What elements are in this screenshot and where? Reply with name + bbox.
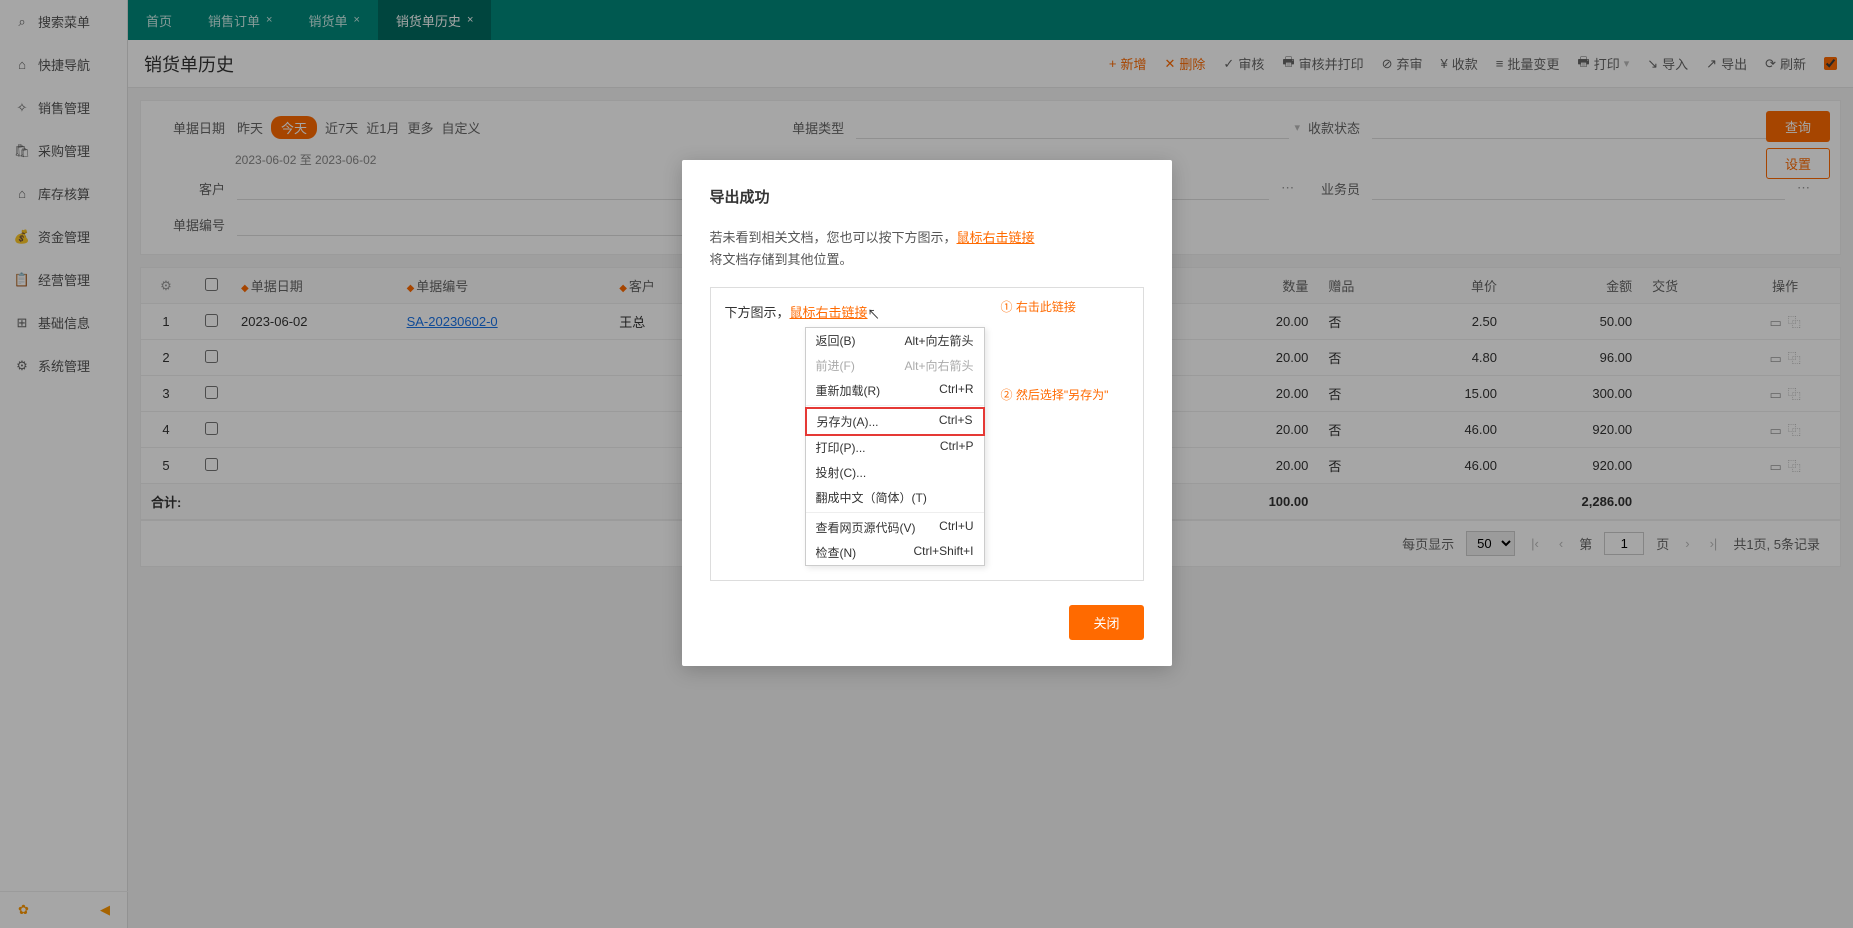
- ctx-item: 打印(P)...Ctrl+P: [806, 435, 984, 460]
- annot-1: ① 右击此链接: [1001, 298, 1076, 315]
- ctx-item: 另存为(A)...Ctrl+S: [805, 407, 985, 436]
- demo-link: 鼠标右击链接: [790, 305, 868, 320]
- export-success-modal: 导出成功 若未看到相关文档，您也可以按下方图示，鼠标右击链接 将文档存储到其他位…: [682, 160, 1172, 666]
- ctx-item: 查看网页源代码(V)Ctrl+U: [806, 515, 984, 540]
- modal-title: 导出成功: [710, 186, 1144, 207]
- ctx-item: 重新加载(R)Ctrl+R: [806, 378, 984, 403]
- ctx-item: 检查(N)Ctrl+Shift+I: [806, 540, 984, 565]
- cursor-icon: ↖: [867, 307, 880, 322]
- ctx-item: 投射(C)...: [806, 460, 984, 485]
- ctx-item: 返回(B)Alt+向左箭头: [806, 328, 984, 353]
- context-menu-demo: 返回(B)Alt+向左箭头前进(F)Alt+向右箭头重新加载(R)Ctrl+R 另…: [805, 327, 985, 566]
- ctx-item: 前进(F)Alt+向右箭头: [806, 353, 984, 378]
- close-button[interactable]: 关闭: [1069, 605, 1143, 640]
- right-click-link[interactable]: 鼠标右击链接: [957, 230, 1035, 245]
- modal-text: 若未看到相关文档，您也可以按下方图示，鼠标右击链接 将文档存储到其他位置。: [710, 227, 1144, 271]
- annot-2: ② 然后选择"另存为": [1001, 386, 1109, 403]
- modal-overlay: 导出成功 若未看到相关文档，您也可以按下方图示，鼠标右击链接 将文档存储到其他位…: [0, 0, 1853, 928]
- ctx-item: 翻成中文（简体）(T): [806, 485, 984, 510]
- demo-box: 下方图示，鼠标右击链接 ↖ ① 右击此链接 返回(B)Alt+向左箭头前进(F)…: [710, 287, 1144, 581]
